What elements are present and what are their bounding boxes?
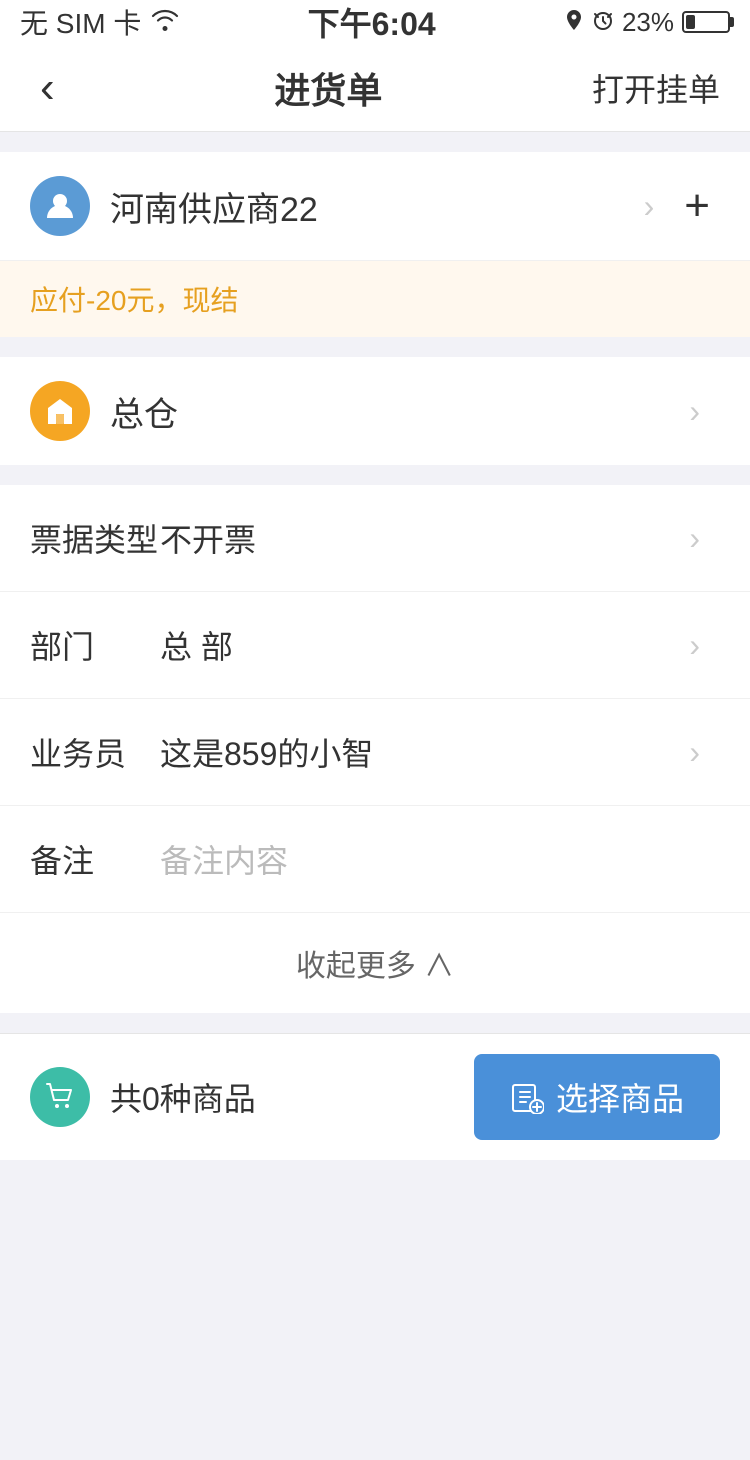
product-count-left: 共0种商品 bbox=[30, 1067, 256, 1127]
divider-top bbox=[0, 132, 750, 152]
invoice-chevron-icon: › bbox=[689, 520, 700, 557]
department-value: 总 部 bbox=[160, 622, 689, 668]
department-chevron-icon: › bbox=[689, 627, 700, 664]
divider-4 bbox=[0, 1013, 750, 1033]
supplier-left: 河南供应商22 bbox=[30, 176, 644, 236]
salesperson-chevron-icon: › bbox=[689, 734, 700, 771]
form-row-invoice[interactable]: 票据类型 不开票 › bbox=[0, 485, 750, 592]
collapse-label: 收起更多 ∧ bbox=[296, 950, 454, 983]
nav-bar: ‹ 进货单 打开挂单 bbox=[0, 44, 750, 132]
form-section: 票据类型 不开票 › 部门 总 部 › 业务员 这是859的小智 › 备注 备注… bbox=[0, 485, 750, 912]
invoice-value: 不开票 bbox=[160, 515, 689, 561]
supplier-chevron-icon: › bbox=[644, 188, 655, 225]
notice-text: 应付-20元，现结 bbox=[30, 285, 238, 316]
battery-icon bbox=[682, 11, 730, 33]
form-row-salesperson[interactable]: 业务员 这是859的小智 › bbox=[0, 699, 750, 806]
salesperson-value: 这是859的小智 bbox=[160, 729, 689, 775]
content-area bbox=[0, 1160, 750, 1460]
warehouse-chevron-icon: › bbox=[689, 393, 700, 430]
product-cart-icon bbox=[30, 1067, 90, 1127]
collapse-button[interactable]: 收起更多 ∧ bbox=[0, 912, 750, 1013]
remark-value: 备注内容 bbox=[160, 836, 720, 882]
supplier-row[interactable]: 河南供应商22 › + bbox=[0, 152, 750, 261]
carrier-text: 无 SIM 卡 bbox=[20, 2, 141, 42]
form-row-remark[interactable]: 备注 备注内容 bbox=[0, 806, 750, 912]
status-bar: 无 SIM 卡 下午6:04 23% bbox=[0, 0, 750, 44]
alarm-icon bbox=[592, 7, 614, 38]
remark-label: 备注 bbox=[30, 836, 160, 882]
add-supplier-button[interactable]: + bbox=[674, 181, 720, 231]
divider-2 bbox=[0, 337, 750, 357]
status-left: 无 SIM 卡 bbox=[20, 2, 179, 42]
bottom-bar: 共0种商品 选择商品 bbox=[0, 1033, 750, 1160]
product-count-text: 共0种商品 bbox=[110, 1074, 256, 1120]
notice-bar: 应付-20元，现结 bbox=[0, 261, 750, 337]
status-time: 下午6:04 bbox=[308, 0, 436, 45]
battery-percentage: 23% bbox=[622, 7, 674, 38]
department-label: 部门 bbox=[30, 622, 160, 668]
warehouse-row[interactable]: 总仓 › bbox=[0, 357, 750, 465]
location-icon bbox=[564, 7, 584, 38]
supplier-avatar bbox=[30, 176, 90, 236]
warehouse-name: 总仓 bbox=[110, 387, 689, 436]
nav-title: 进货单 bbox=[274, 62, 382, 114]
select-product-label: 选择商品 bbox=[556, 1074, 684, 1120]
wifi-icon bbox=[151, 6, 179, 38]
supplier-name: 河南供应商22 bbox=[110, 182, 644, 231]
invoice-label: 票据类型 bbox=[30, 515, 160, 561]
open-pending-button[interactable]: 打开挂单 bbox=[592, 65, 720, 111]
divider-3 bbox=[0, 465, 750, 485]
warehouse-section: 总仓 › bbox=[0, 357, 750, 465]
salesperson-label: 业务员 bbox=[30, 729, 160, 775]
warehouse-icon bbox=[30, 381, 90, 441]
status-right: 23% bbox=[564, 7, 730, 38]
select-product-button[interactable]: 选择商品 bbox=[474, 1054, 720, 1140]
form-row-department[interactable]: 部门 总 部 › bbox=[0, 592, 750, 699]
back-button[interactable]: ‹ bbox=[30, 53, 65, 123]
supplier-section: 河南供应商22 › + 应付-20元，现结 bbox=[0, 152, 750, 337]
